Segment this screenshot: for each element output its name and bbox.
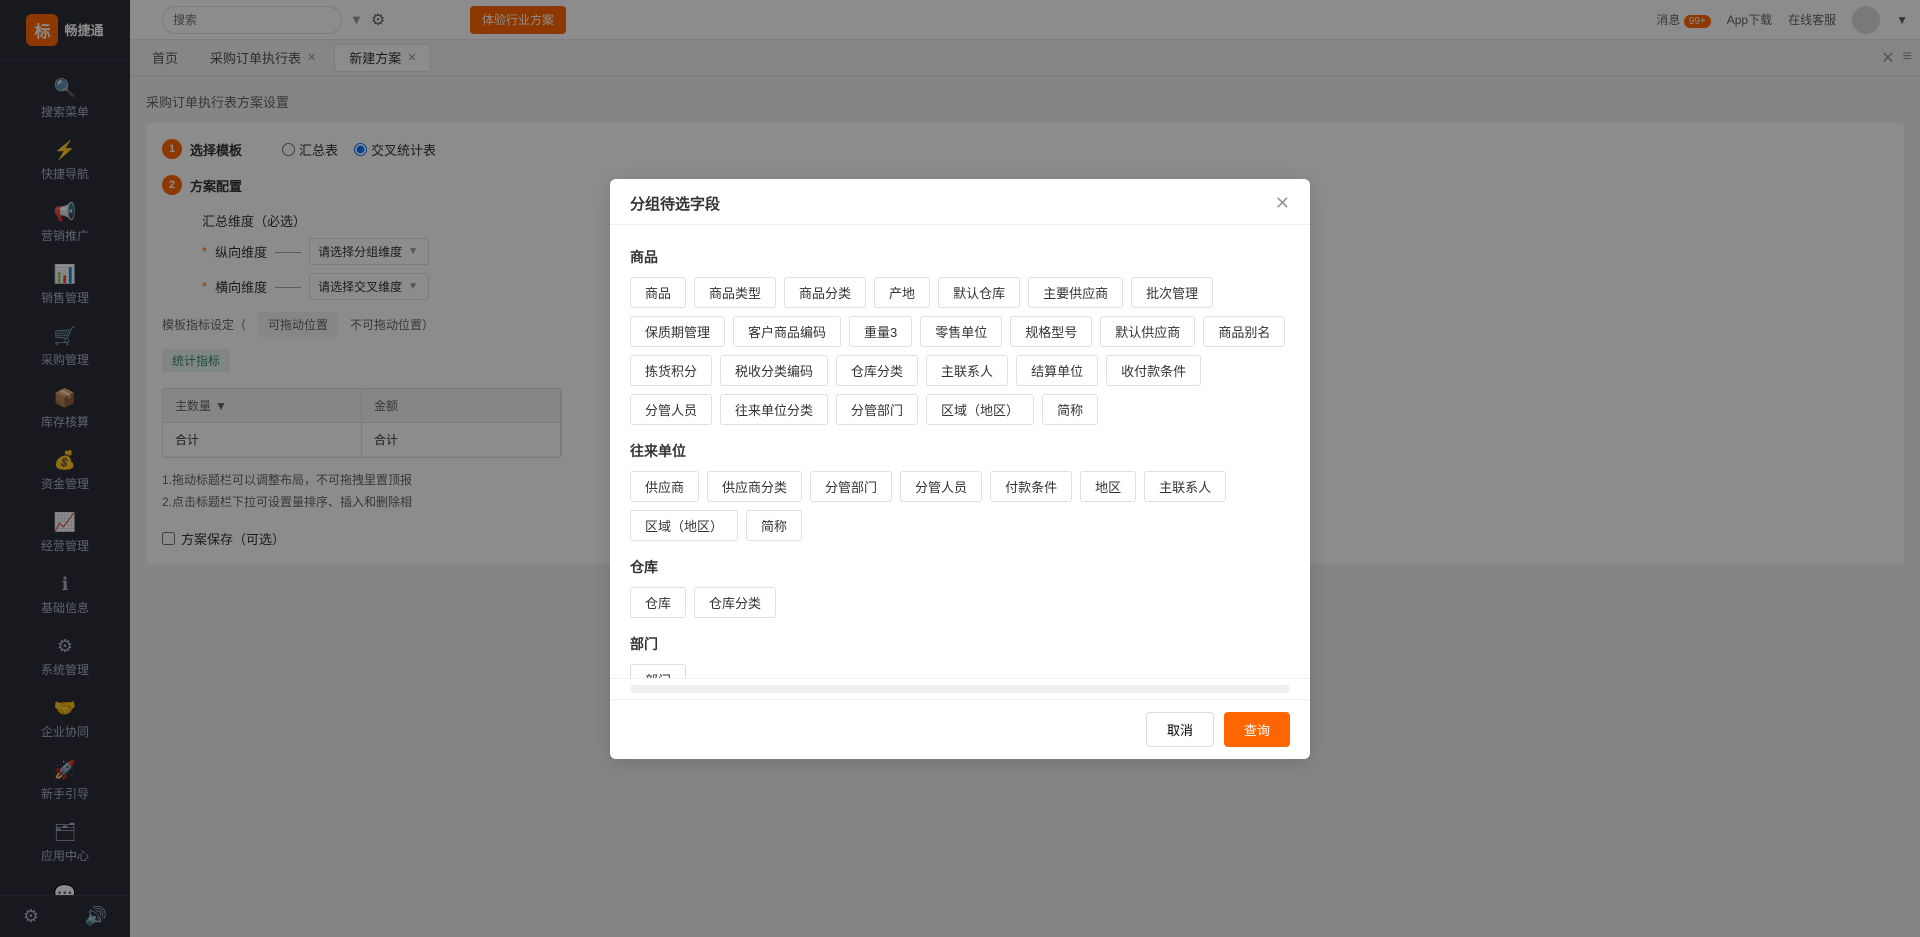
field-tag-1-0[interactable]: 供应商: [630, 471, 699, 502]
modal-section-fields-3: 部门: [630, 664, 1290, 678]
modal-footer: 取消 查询: [610, 699, 1310, 759]
field-tag-1-3[interactable]: 分管人员: [900, 471, 982, 502]
modal-section-fields-1: 供应商供应商分类分管部门分管人员付款条件地区主联系人区域（地区） 简称: [630, 471, 1290, 541]
modal-section-title-3: 部门: [630, 634, 1290, 654]
field-tag-1-6[interactable]: 主联系人: [1144, 471, 1226, 502]
field-tag-0-11[interactable]: 规格型号: [1010, 316, 1092, 347]
field-tag-0-4[interactable]: 默认仓库: [938, 277, 1020, 308]
field-tag-1-7[interactable]: 区域（地区）: [630, 510, 738, 541]
field-tag-0-15[interactable]: 税收分类编码: [720, 355, 828, 386]
modal-section-title-1: 往来单位: [630, 441, 1290, 461]
field-tag-0-2[interactable]: 商品分类: [784, 277, 866, 308]
field-tag-0-9[interactable]: 重量3: [849, 316, 912, 347]
field-tag-1-4[interactable]: 付款条件: [990, 471, 1072, 502]
field-tag-0-7[interactable]: 保质期管理: [630, 316, 725, 347]
field-tag-0-5[interactable]: 主要供应商: [1028, 277, 1123, 308]
field-tag-1-5[interactable]: 地区: [1080, 471, 1136, 502]
field-tag-0-21[interactable]: 往来单位分类: [720, 394, 828, 425]
field-tag-0-6[interactable]: 批次管理: [1131, 277, 1213, 308]
cancel-button[interactable]: 取消: [1146, 712, 1214, 747]
field-tag-3-0[interactable]: 部门: [630, 664, 686, 678]
field-tag-0-0[interactable]: 商品: [630, 277, 686, 308]
field-tag-1-2[interactable]: 分管部门: [810, 471, 892, 502]
h-scrollbar[interactable]: [630, 685, 1290, 693]
field-tag-2-0[interactable]: 仓库: [630, 587, 686, 618]
field-tag-0-1[interactable]: 商品类型: [694, 277, 776, 308]
modal-section-title-0: 商品: [630, 247, 1290, 267]
modal-body: 商品商品商品类型商品分类产地默认仓库主要供应商批次管理保质期管理客户商品编码重量…: [610, 225, 1310, 678]
modal-close-button[interactable]: ✕: [1275, 193, 1290, 214]
field-tag-1-8[interactable]: 简称: [746, 510, 802, 541]
field-tag-0-19[interactable]: 收付款条件: [1106, 355, 1201, 386]
field-tag-0-13[interactable]: 商品别名: [1203, 316, 1285, 347]
modal: 分组待选字段 ✕ 商品商品商品类型商品分类产地默认仓库主要供应商批次管理保质期管…: [610, 179, 1310, 759]
field-tag-0-3[interactable]: 产地: [874, 277, 930, 308]
field-tag-0-24[interactable]: 简称: [1042, 394, 1098, 425]
field-tag-2-1[interactable]: 仓库分类: [694, 587, 776, 618]
modal-scrollbar-area: [610, 678, 1310, 699]
field-tag-0-14[interactable]: 拣货积分: [630, 355, 712, 386]
field-tag-0-16[interactable]: 仓库分类: [836, 355, 918, 386]
field-tag-0-22[interactable]: 分管部门: [836, 394, 918, 425]
field-tag-0-20[interactable]: 分管人员: [630, 394, 712, 425]
modal-header: 分组待选字段 ✕: [610, 179, 1310, 225]
field-tag-0-12[interactable]: 默认供应商: [1100, 316, 1195, 347]
modal-title: 分组待选字段: [630, 193, 720, 214]
field-tag-0-8[interactable]: 客户商品编码: [733, 316, 841, 347]
modal-section-fields-0: 商品商品类型商品分类产地默认仓库主要供应商批次管理保质期管理客户商品编码重量3 零…: [630, 277, 1290, 425]
field-tag-0-23[interactable]: 区域（地区）: [926, 394, 1034, 425]
field-tag-0-10[interactable]: 零售单位: [920, 316, 1002, 347]
confirm-button[interactable]: 查询: [1224, 712, 1290, 747]
modal-section-title-2: 仓库: [630, 557, 1290, 577]
h-scrollbar-container[interactable]: [630, 681, 1290, 697]
field-tag-1-1[interactable]: 供应商分类: [707, 471, 802, 502]
modal-overlay: 分组待选字段 ✕ 商品商品商品类型商品分类产地默认仓库主要供应商批次管理保质期管…: [0, 0, 1920, 937]
field-tag-0-17[interactable]: 主联系人: [926, 355, 1008, 386]
field-tag-0-18[interactable]: 结算单位: [1016, 355, 1098, 386]
modal-section-fields-2: 仓库仓库分类: [630, 587, 1290, 618]
